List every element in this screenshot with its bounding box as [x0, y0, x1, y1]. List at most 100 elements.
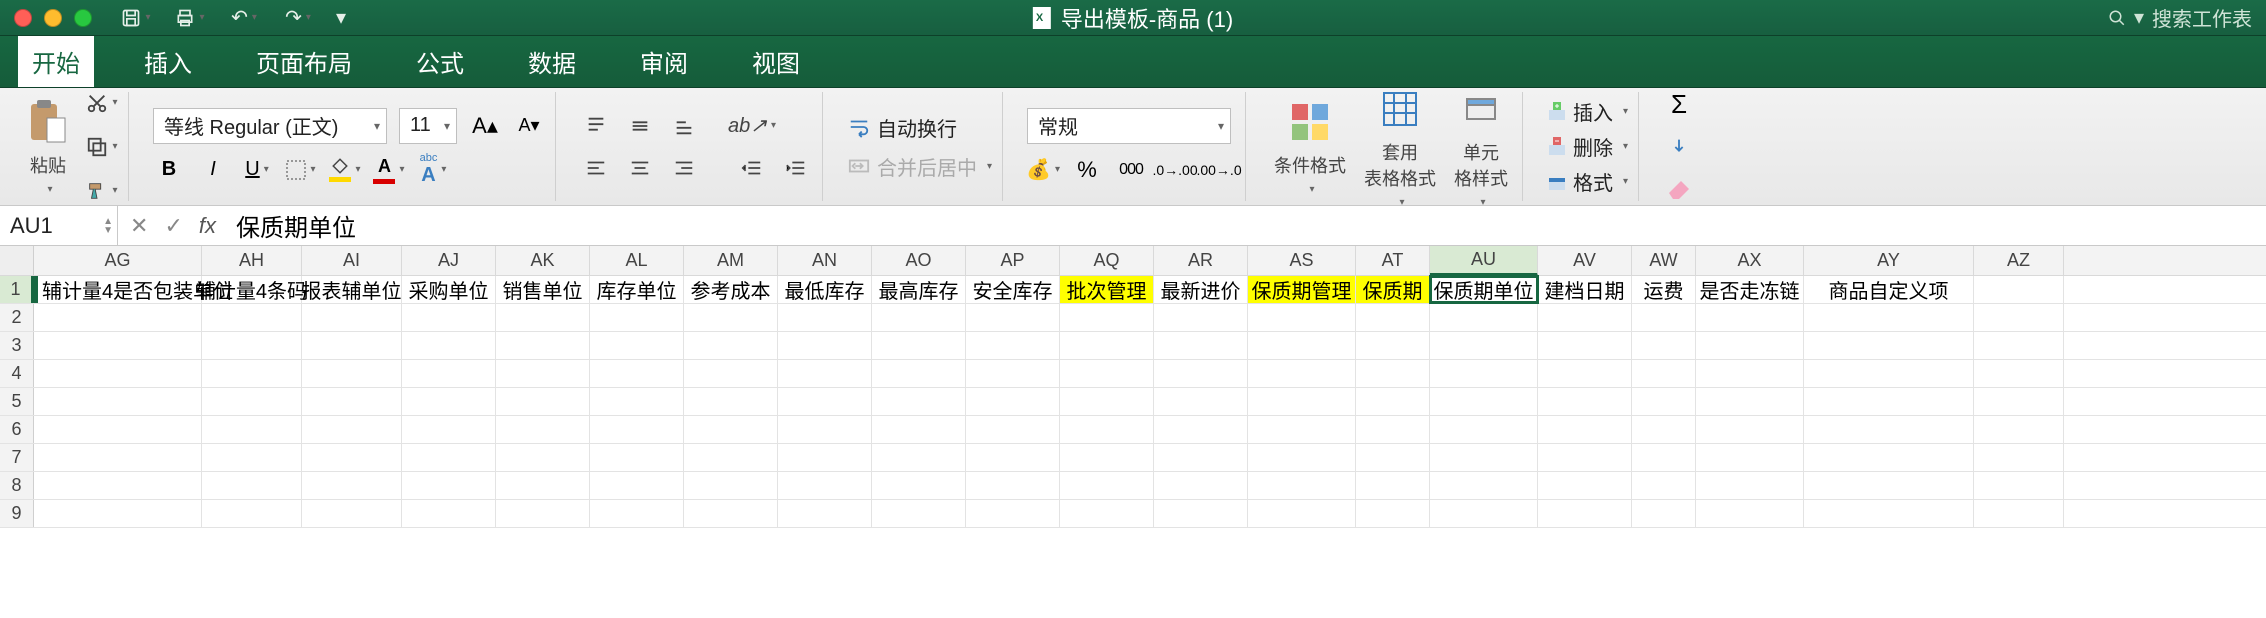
cell[interactable]: 销售单位 [496, 276, 590, 303]
clear-button[interactable] [1663, 173, 1695, 205]
cell[interactable] [1538, 360, 1632, 387]
autosum-button[interactable]: Σ [1663, 89, 1695, 121]
cell[interactable] [1804, 472, 1974, 499]
cell[interactable] [778, 500, 872, 527]
cell[interactable] [496, 304, 590, 331]
cell[interactable]: 参考成本 [684, 276, 778, 303]
cell[interactable] [1430, 360, 1538, 387]
cell[interactable] [872, 472, 966, 499]
cell[interactable] [1248, 332, 1356, 359]
cell[interactable] [684, 472, 778, 499]
cell[interactable]: 是否走冻链 [1696, 276, 1804, 303]
cell[interactable] [778, 360, 872, 387]
cell[interactable] [302, 472, 402, 499]
cell[interactable] [1060, 304, 1154, 331]
cell[interactable] [872, 332, 966, 359]
cell[interactable] [966, 472, 1060, 499]
column-header-AH[interactable]: AH [202, 246, 302, 275]
cell[interactable] [1060, 332, 1154, 359]
wrap-text-button[interactable]: 自动换行 [847, 113, 992, 142]
cell[interactable] [1632, 332, 1696, 359]
cell[interactable] [872, 388, 966, 415]
cell[interactable] [872, 416, 966, 443]
cell[interactable] [402, 416, 496, 443]
cell[interactable] [402, 332, 496, 359]
print-button[interactable] [174, 2, 206, 34]
cell[interactable] [966, 360, 1060, 387]
column-header-AO[interactable]: AO [872, 246, 966, 275]
cell[interactable] [1248, 304, 1356, 331]
cell[interactable] [778, 388, 872, 415]
cell[interactable] [1154, 444, 1248, 471]
cell[interactable] [590, 472, 684, 499]
cell[interactable] [1538, 444, 1632, 471]
cell[interactable] [1248, 416, 1356, 443]
cell[interactable] [1974, 444, 2064, 471]
column-header-AY[interactable]: AY [1804, 246, 1974, 275]
cell[interactable] [590, 416, 684, 443]
cell[interactable] [872, 360, 966, 387]
cell[interactable] [202, 416, 302, 443]
decrease-indent-button[interactable] [736, 152, 768, 184]
cell[interactable] [1538, 332, 1632, 359]
cell[interactable] [872, 500, 966, 527]
decrease-decimal-button[interactable]: .00→.0 [1203, 154, 1235, 186]
cell[interactable] [202, 332, 302, 359]
cell[interactable] [1804, 360, 1974, 387]
cell[interactable] [684, 388, 778, 415]
bold-button[interactable]: B [153, 154, 185, 186]
redo-button[interactable]: ↷ [282, 2, 314, 34]
cell[interactable] [1696, 388, 1804, 415]
column-header-AI[interactable]: AI [302, 246, 402, 275]
conditional-format-button[interactable]: 条件格式 [1270, 96, 1350, 197]
column-header-AU[interactable]: AU [1430, 246, 1538, 276]
cell[interactable] [1060, 416, 1154, 443]
cell[interactable] [302, 360, 402, 387]
cell[interactable] [1356, 472, 1430, 499]
tab-页面布局[interactable]: 页面布局 [242, 34, 366, 87]
orientation-button[interactable]: ab↗ [736, 110, 768, 142]
underline-button[interactable]: U [241, 154, 273, 186]
cell[interactable] [302, 388, 402, 415]
cell[interactable] [496, 332, 590, 359]
cell[interactable] [1804, 388, 1974, 415]
fill-button[interactable] [1663, 131, 1695, 163]
tab-审阅[interactable]: 审阅 [626, 34, 702, 87]
cell[interactable] [1356, 444, 1430, 471]
border-button[interactable] [285, 154, 317, 186]
cell[interactable] [1974, 304, 2064, 331]
cell[interactable] [872, 444, 966, 471]
cell-styles-button[interactable]: 单元 格样式 [1450, 83, 1512, 210]
column-header-AQ[interactable]: AQ [1060, 246, 1154, 275]
cell[interactable] [1632, 304, 1696, 331]
align-bottom-button[interactable] [668, 110, 700, 142]
tab-视图[interactable]: 视图 [738, 34, 814, 87]
cell[interactable] [872, 304, 966, 331]
column-header-AR[interactable]: AR [1154, 246, 1248, 275]
cell[interactable] [1974, 332, 2064, 359]
undo-button[interactable]: ↶ [228, 2, 260, 34]
cell[interactable] [1248, 472, 1356, 499]
row-header[interactable]: 2 [0, 304, 34, 331]
cell[interactable] [1248, 388, 1356, 415]
row-header[interactable]: 6 [0, 416, 34, 443]
cell[interactable] [1804, 500, 1974, 527]
sheet-search[interactable]: ▾ 搜索工作表 [2108, 3, 2252, 32]
cell[interactable] [402, 388, 496, 415]
cell[interactable] [1248, 444, 1356, 471]
cell[interactable] [302, 416, 402, 443]
tab-插入[interactable]: 插入 [130, 34, 206, 87]
cell[interactable] [778, 472, 872, 499]
cell[interactable] [590, 388, 684, 415]
cell[interactable] [590, 500, 684, 527]
cell[interactable] [1974, 388, 2064, 415]
cell[interactable] [1430, 416, 1538, 443]
save-button[interactable] [120, 2, 152, 34]
cell[interactable] [1804, 416, 1974, 443]
cell[interactable] [1538, 304, 1632, 331]
font-color-button[interactable]: A [373, 154, 405, 186]
cell[interactable] [1430, 304, 1538, 331]
cell[interactable] [684, 416, 778, 443]
cell[interactable] [1356, 500, 1430, 527]
cell[interactable]: 安全库存 [966, 276, 1060, 303]
